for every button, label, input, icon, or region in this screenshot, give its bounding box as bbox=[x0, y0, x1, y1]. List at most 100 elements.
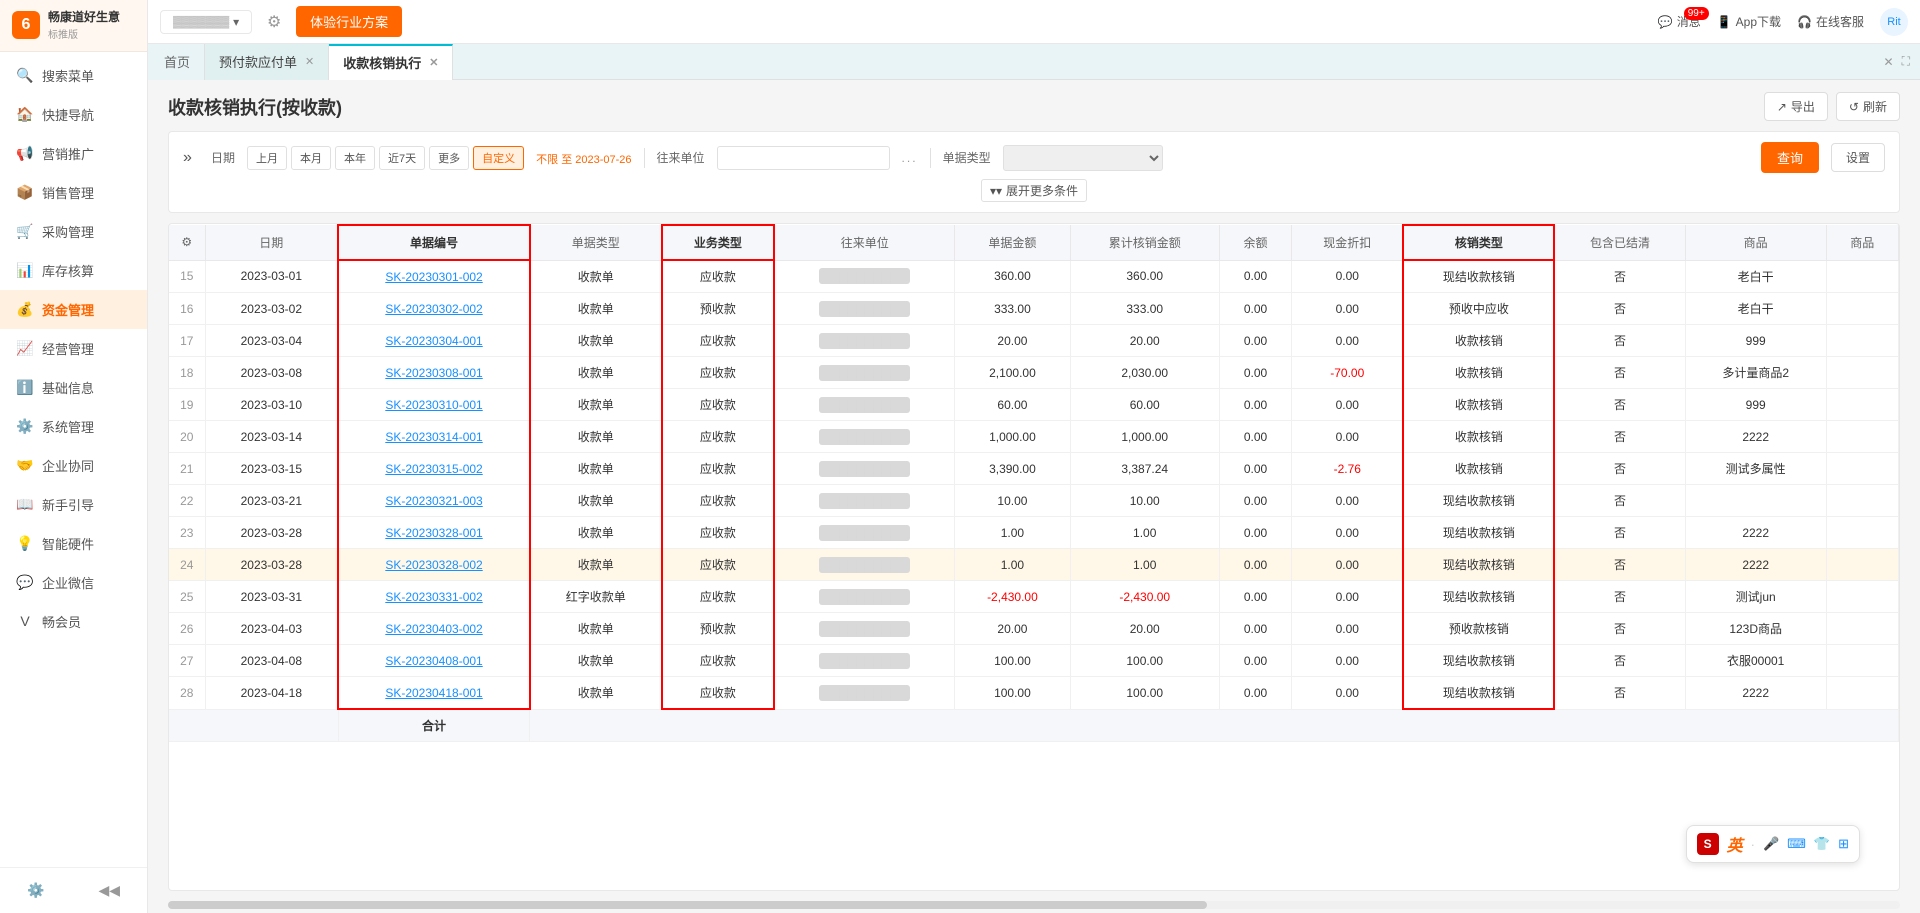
sidebar-item-enterprise[interactable]: 🤝企业协同 bbox=[0, 446, 147, 485]
td-included: 否 bbox=[1554, 549, 1685, 581]
grid-icon[interactable]: ⊞ bbox=[1838, 836, 1849, 852]
sidebar-item-wechat[interactable]: 💬企业微信 bbox=[0, 563, 147, 602]
doc-no-link[interactable]: SK-20230331-002 bbox=[385, 590, 482, 604]
date-this-year[interactable]: 本年 bbox=[335, 146, 375, 170]
doc-no-link[interactable]: SK-20230302-002 bbox=[385, 302, 482, 316]
search-icon: 🔍 bbox=[16, 66, 34, 84]
sidebar-item-basic[interactable]: ℹ️基础信息 bbox=[0, 368, 147, 407]
doc-no-link[interactable]: SK-20230315-002 bbox=[385, 462, 482, 476]
sidebar-item-label: 系统管理 bbox=[42, 417, 94, 436]
tab-prepay-close[interactable]: ✕ bbox=[305, 55, 314, 68]
td-doc-no: SK-20230403-002 bbox=[338, 613, 530, 645]
td-num: 25 bbox=[169, 581, 205, 613]
date-this-month[interactable]: 本月 bbox=[291, 146, 331, 170]
td-num: 28 bbox=[169, 677, 205, 710]
export-button[interactable]: ↗ 导出 bbox=[1764, 92, 1828, 121]
td-partner: ██████ bbox=[774, 357, 955, 389]
table-header-row: ⚙ 日期 单据编号 单据类型 业务类型 往来单位 单据金额 累计核销金额 余额 … bbox=[169, 225, 1899, 260]
maximize-icon[interactable]: ⛶ bbox=[1902, 54, 1910, 69]
gear-icon[interactable]: ⚙ bbox=[260, 8, 288, 36]
td-amount: 60.00 bbox=[955, 389, 1070, 421]
close-window-icon[interactable]: ✕ bbox=[1884, 55, 1894, 69]
solution-button[interactable]: 体验行业方案 bbox=[296, 6, 402, 37]
sidebar-item-quicknav[interactable]: 🏠快捷导航 bbox=[0, 95, 147, 134]
finance-icon: 💰 bbox=[16, 300, 34, 318]
doc-no-link[interactable]: SK-20230328-001 bbox=[385, 526, 482, 540]
date-custom[interactable]: 自定义 bbox=[473, 146, 524, 170]
user-avatar[interactable]: Rit bbox=[1880, 8, 1908, 36]
tab-collect[interactable]: 收款核销执行 ✕ bbox=[329, 44, 453, 80]
table-row: 20 2023-03-14 SK-20230314-001 收款单 应收款 ██… bbox=[169, 421, 1899, 453]
sidebar-item-marketing[interactable]: 📢营销推广 bbox=[0, 134, 147, 173]
doc-no-link[interactable]: SK-20230418-001 bbox=[385, 686, 482, 700]
doc-no-link[interactable]: SK-20230310-001 bbox=[385, 398, 482, 412]
doc-no-link[interactable]: SK-20230314-001 bbox=[385, 430, 482, 444]
message-button[interactable]: 💬 消息 99+ bbox=[1658, 13, 1701, 30]
doc-no-link[interactable]: SK-20230403-002 bbox=[385, 622, 482, 636]
td-biz-type: 应收款 bbox=[662, 325, 774, 357]
sidebar-item-finance[interactable]: 💰 资金管理 bbox=[0, 290, 147, 329]
date-last-month[interactable]: 上月 bbox=[247, 146, 287, 170]
table-row: 15 2023-03-01 SK-20230301-002 收款单 应收款 ██… bbox=[169, 260, 1899, 293]
sidebar-item-operations[interactable]: 📈经营管理 bbox=[0, 329, 147, 368]
sidebar-item-label: 资金管理 bbox=[42, 300, 94, 319]
doc-no-link[interactable]: SK-20230321-003 bbox=[385, 494, 482, 508]
query-button[interactable]: 查询 bbox=[1761, 142, 1819, 173]
tab-home[interactable]: 首页 bbox=[148, 44, 205, 80]
sidebar-item-label: 库存核算 bbox=[42, 261, 94, 280]
sidebar-item-purchase[interactable]: 🛒采购管理 bbox=[0, 212, 147, 251]
bottom-scrollbar[interactable] bbox=[168, 901, 1900, 909]
tab-prepay[interactable]: 预付款应付单 ✕ bbox=[205, 44, 329, 80]
date-more[interactable]: 更多 bbox=[429, 146, 469, 170]
doc-no-link[interactable]: SK-20230328-002 bbox=[385, 558, 482, 572]
th-doc-type: 单据类型 bbox=[530, 225, 662, 260]
filter-collapse-icon[interactable]: » bbox=[183, 149, 199, 167]
sidebar-item-hardware[interactable]: 💡智能硬件 bbox=[0, 524, 147, 563]
td-discount: 0.00 bbox=[1292, 389, 1404, 421]
sidebar-item-inventory[interactable]: 📊库存核算 bbox=[0, 251, 147, 290]
sidebar-item-search[interactable]: 🔍 搜索菜单 bbox=[0, 56, 147, 95]
doc-type-select[interactable] bbox=[1003, 145, 1163, 171]
td-included: 否 bbox=[1554, 357, 1685, 389]
online-service-button[interactable]: 🎧 在线客服 bbox=[1797, 13, 1864, 30]
td-verify-type: 收款核销 bbox=[1403, 325, 1554, 357]
keyboard-icon[interactable]: ⌨ bbox=[1787, 836, 1806, 852]
td-verify-type: 收款核销 bbox=[1403, 389, 1554, 421]
settings-icon[interactable]: ⚙️ bbox=[19, 878, 52, 903]
th-product1: 商品 bbox=[1685, 225, 1826, 260]
app-download-button[interactable]: 📱 App下载 bbox=[1717, 13, 1781, 30]
doc-no-link[interactable]: SK-20230408-001 bbox=[385, 654, 482, 668]
td-discount: 0.00 bbox=[1292, 613, 1404, 645]
shirt-icon[interactable]: 👕 bbox=[1814, 836, 1830, 852]
sidebar-item-label: 搜索菜单 bbox=[42, 66, 94, 85]
sidebar-item-member[interactable]: V畅会员 bbox=[0, 602, 147, 641]
sidebar-item-sales[interactable]: 📦销售管理 bbox=[0, 173, 147, 212]
headset-icon: 🎧 bbox=[1797, 15, 1812, 29]
td-doc-no: SK-20230314-001 bbox=[338, 421, 530, 453]
doc-no-link[interactable]: SK-20230301-002 bbox=[385, 270, 482, 284]
sidebar-item-system[interactable]: ⚙️系统管理 bbox=[0, 407, 147, 446]
td-included: 否 bbox=[1554, 581, 1685, 613]
tab-collect-close[interactable]: ✕ bbox=[429, 56, 438, 69]
doc-no-link[interactable]: SK-20230304-001 bbox=[385, 334, 482, 348]
partner-input[interactable] bbox=[717, 146, 890, 170]
td-product1: 2222 bbox=[1685, 421, 1826, 453]
filter-settings-button[interactable]: 设置 bbox=[1831, 143, 1885, 172]
td-doc-type: 红字收款单 bbox=[530, 581, 662, 613]
mic-icon[interactable]: 🎤 bbox=[1763, 836, 1779, 852]
td-balance: 0.00 bbox=[1219, 421, 1291, 453]
refresh-button[interactable]: ↺ 刷新 bbox=[1836, 92, 1900, 121]
data-table-wrap[interactable]: ⚙ 日期 单据编号 单据类型 业务类型 往来单位 单据金额 累计核销金额 余额 … bbox=[168, 223, 1900, 891]
doc-no-link[interactable]: SK-20230308-001 bbox=[385, 366, 482, 380]
td-date: 2023-03-02 bbox=[205, 293, 338, 325]
td-amount: 3,390.00 bbox=[955, 453, 1070, 485]
footer-total-label: 合计 bbox=[338, 709, 530, 742]
topbar: ▓▓▓▓▓▓▓ ▾ ⚙ 体验行业方案 💬 消息 99+ 📱 App下载 🎧 在线… bbox=[148, 0, 1920, 44]
th-settings[interactable]: ⚙ bbox=[169, 225, 205, 260]
expand-more-button[interactable]: ▾▾ 展开更多条件 bbox=[981, 179, 1087, 202]
collapse-icon[interactable]: ◀◀ bbox=[90, 878, 128, 903]
date-7days[interactable]: 近7天 bbox=[379, 146, 425, 170]
app-selector[interactable]: ▓▓▓▓▓▓▓ ▾ bbox=[160, 10, 252, 34]
td-product1: 测试多属性 bbox=[1685, 453, 1826, 485]
sidebar-item-guide[interactable]: 📖新手引导 bbox=[0, 485, 147, 524]
